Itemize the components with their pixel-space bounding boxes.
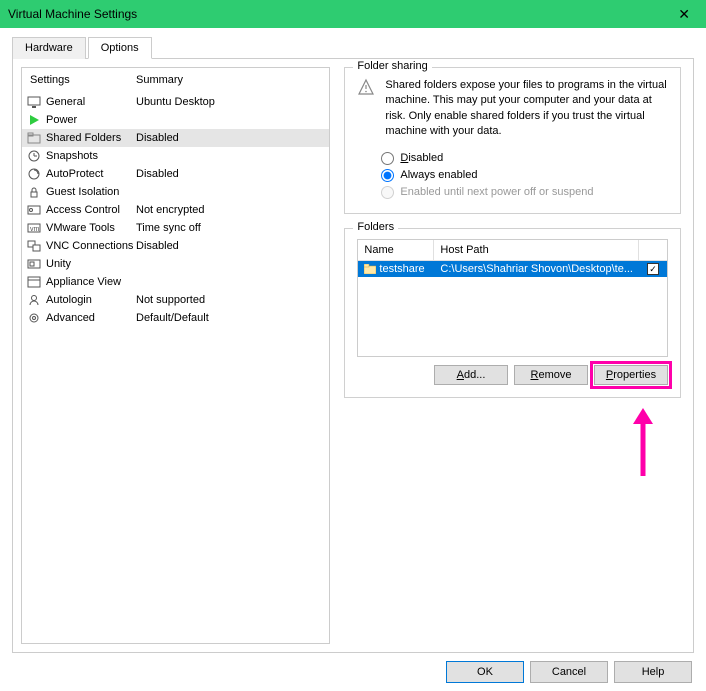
sidebar-item-shared-folders[interactable]: Shared Folders Disabled xyxy=(22,129,329,147)
screens-icon xyxy=(26,239,42,253)
window-title: Virtual Machine Settings xyxy=(8,7,670,21)
folder-name: testshare xyxy=(379,263,424,275)
radio-enabled-until: Enabled until next power off or suspend xyxy=(381,184,668,201)
gear-icon xyxy=(26,311,42,325)
radio-always-label: Always enabled xyxy=(400,169,477,181)
vm-icon: vm xyxy=(26,221,42,235)
sidebar-item-power[interactable]: Power xyxy=(22,111,329,129)
unity-icon xyxy=(26,257,42,271)
tab-hardware[interactable]: Hardware xyxy=(12,37,86,59)
folder-enabled-checkbox[interactable]: ✓ xyxy=(647,263,659,275)
sidebar-item-snapshots[interactable]: Snapshots xyxy=(22,147,329,165)
radio-disabled-input[interactable] xyxy=(381,152,394,165)
help-button[interactable]: Help xyxy=(614,661,692,683)
header-settings: Settings xyxy=(26,74,136,86)
col-enabled[interactable] xyxy=(639,240,667,260)
dialog-buttons: OK Cancel Help xyxy=(0,653,706,691)
folder-sharing-group: Folder sharing Shared folders expose you… xyxy=(344,67,681,214)
svg-text:vm: vm xyxy=(30,226,40,233)
folder-row[interactable]: testshare C:\Users\Shahriar Shovon\Deskt… xyxy=(358,261,667,278)
cancel-button[interactable]: Cancel xyxy=(530,661,608,683)
radio-always-enabled[interactable]: Always enabled xyxy=(381,167,668,184)
titlebar: Virtual Machine Settings ✕ xyxy=(0,0,706,28)
folders-group: Folders Name Host Path testshare C:\User… xyxy=(344,228,681,398)
refresh-clock-icon xyxy=(26,167,42,181)
ok-button[interactable]: OK xyxy=(446,661,524,683)
sidebar-item-unity[interactable]: Unity xyxy=(22,255,329,273)
window-icon xyxy=(26,275,42,289)
sidebar-item-vnc-connections[interactable]: VNC Connections Disabled xyxy=(22,237,329,255)
folder-mini-icon xyxy=(364,264,376,274)
sidebar-item-general[interactable]: General Ubuntu Desktop xyxy=(22,93,329,111)
sidebar-item-advanced[interactable]: Advanced Default/Default xyxy=(22,309,329,327)
header-summary: Summary xyxy=(136,74,325,86)
settings-list: Settings Summary General Ubuntu Desktop … xyxy=(21,67,330,644)
folder-icon xyxy=(26,131,42,145)
close-icon[interactable]: ✕ xyxy=(670,6,698,23)
clock-icon xyxy=(26,149,42,163)
col-name[interactable]: Name xyxy=(358,240,434,260)
sidebar-item-guest-isolation[interactable]: Guest Isolation xyxy=(22,183,329,201)
sidebar-item-appliance-view[interactable]: Appliance View xyxy=(22,273,329,291)
radio-always-input[interactable] xyxy=(381,169,394,182)
lock-icon xyxy=(26,185,42,199)
user-icon xyxy=(26,293,42,307)
key-icon xyxy=(26,203,42,217)
folders-legend: Folders xyxy=(353,221,398,233)
radio-until-input xyxy=(381,186,394,199)
folder-path: C:\Users\Shahriar Shovon\Desktop\te... xyxy=(434,261,639,277)
col-host-path[interactable]: Host Path xyxy=(434,240,639,260)
sidebar-item-access-control[interactable]: Access Control Not encrypted xyxy=(22,201,329,219)
radio-disabled[interactable]: Disabled xyxy=(381,150,668,167)
folder-sharing-legend: Folder sharing xyxy=(353,60,431,72)
radio-until-label: Enabled until next power off or suspend xyxy=(400,186,593,198)
play-icon xyxy=(26,113,42,127)
settings-list-header: Settings Summary xyxy=(22,68,329,93)
folders-table-header: Name Host Path xyxy=(358,240,667,261)
radio-disabled-label: isabled xyxy=(408,152,443,164)
properties-button[interactable]: Properties xyxy=(594,365,668,385)
sidebar-item-autoprotect[interactable]: AutoProtect Disabled xyxy=(22,165,329,183)
tab-strip: Hardware Options xyxy=(12,36,694,59)
tab-options[interactable]: Options xyxy=(88,37,152,59)
warning-text: Shared folders expose your files to prog… xyxy=(385,78,668,140)
sidebar-item-autologin[interactable]: Autologin Not supported xyxy=(22,291,329,309)
folders-table[interactable]: Name Host Path testshare C:\Users\Shahri… xyxy=(357,239,668,357)
add-button[interactable]: Add... xyxy=(434,365,508,385)
warning-icon xyxy=(357,78,375,140)
remove-button[interactable]: Remove xyxy=(514,365,588,385)
sidebar-item-vmware-tools[interactable]: vmVMware Tools Time sync off xyxy=(22,219,329,237)
monitor-icon xyxy=(26,95,42,109)
